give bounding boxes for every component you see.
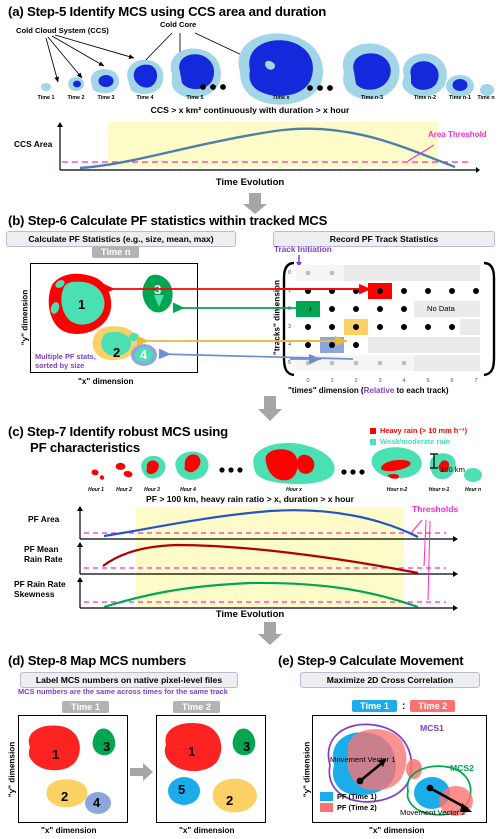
- panel-e-vector2-label: Movement Vector 2: [400, 808, 466, 817]
- pf-time1-swatch-icon: [320, 792, 333, 801]
- panel-a-time-label-2: Time 2: [67, 95, 85, 101]
- panel-d-time1-x-dim: "x" dimension: [41, 826, 97, 835]
- panel-c-legend-label-0: Heavy rain (> 10 mm h⁻¹): [380, 426, 468, 435]
- panel-a-time-label-4: Time 4: [136, 95, 154, 101]
- panel-e-header: Maximize 2D Cross Correlation: [300, 672, 480, 688]
- panel-b-time-tag: Time n: [92, 246, 140, 258]
- panel-d-time2-blob-num-3: 3: [243, 739, 251, 754]
- panel-a-xlabel: Time Evolution: [0, 177, 500, 188]
- panel-d-transition-arrow-icon: [130, 763, 153, 781]
- panel-a-time-label-n2: Time n-2: [413, 95, 437, 101]
- panel-e-mcs1-label: MCS1: [420, 723, 444, 733]
- panel-c-chart-2-ylabel: PF Rain Rate Skewness: [14, 579, 66, 599]
- panel-c-hour-label-x: Hour x: [286, 487, 302, 493]
- panel-c-hour-label-1: Hour 1: [88, 487, 104, 493]
- panel-d-time2-blob-num-2: 2: [226, 793, 234, 808]
- panel-a-time-label-n: Time n: [477, 95, 495, 101]
- panel-b-left-header: Calculate PF Statistics (e.g., size, mea…: [6, 231, 236, 247]
- panel-d-time1-tag: Time 1: [62, 701, 109, 713]
- panel-a-time-label-5: Time 5: [186, 95, 204, 101]
- panel-d-time2-blob-num-5: 5: [178, 782, 186, 797]
- flow-arrow-a-to-b: [243, 193, 267, 214]
- panel-a-time-label-n3: Time n-3: [360, 95, 384, 101]
- panel-d-time1-blobs: [28, 725, 116, 814]
- panel-e-vector1-label: Movement Vector 1: [330, 755, 396, 764]
- panel-c-hour-label-3: Hour 3: [144, 487, 160, 493]
- panel-b-note-line1: Multiple PF stats,: [35, 352, 96, 361]
- panel-c-chart-1-ylabel: PF Mean Rain Rate: [24, 544, 63, 564]
- panel-c-hour-label-2: Hour 2: [116, 487, 132, 493]
- panel-c-criterion-text: PF > 100 km, heavy rain ratio > x, durat…: [146, 494, 354, 504]
- panel-b-note-line2: sorted by size: [35, 361, 84, 370]
- panel-e-time-tags: Time 1 : Time 2: [352, 700, 456, 712]
- panel-b-no-data-label: No Data: [427, 304, 455, 313]
- panel-b-note-bysize: by size: [57, 361, 85, 370]
- panel-d-y-dim: "y" dimension: [7, 741, 17, 798]
- panel-e-time1-tag: Time 1: [352, 700, 397, 712]
- panel-b-track-initiation-label: Track Initiation: [274, 245, 332, 254]
- panel-d-time1-blob-num-1: 1: [52, 747, 60, 762]
- panel-d-title: (d) Step-8 Map MCS numbers: [8, 653, 186, 668]
- pf-time2-swatch-icon: [320, 803, 333, 812]
- panel-c-chart-0-ylabel: PF Area: [28, 514, 60, 524]
- panel-e-legend-label-1: PF (Time 2): [337, 803, 377, 812]
- panel-e-legend: PF (Time 1) PF (Time 2): [320, 792, 377, 812]
- panel-e-time2-tag: Time 2: [410, 700, 456, 712]
- panel-d-time2-blob-num-1: 1: [188, 744, 196, 759]
- flow-arrow-c-to-d: [258, 622, 282, 645]
- heavy-rain-swatch-icon: [370, 427, 376, 434]
- panel-c-scale-bar-label: 100 km: [440, 465, 465, 474]
- panel-b-note-sorted: sorted: [35, 361, 58, 370]
- panel-e-mcs2-label: MCS2: [450, 763, 474, 773]
- panel-a-threshold-label: Area Threshold: [428, 130, 487, 139]
- panel-c-title-line1: (c) Step-7 Identify robust MCS using: [8, 424, 228, 439]
- panel-e-title: (e) Step-9 Calculate Movement: [278, 653, 464, 668]
- panel-d-note: MCS numbers are the same across times fo…: [18, 687, 228, 696]
- panel-e-x-dim: "x" dimension: [369, 826, 425, 835]
- flow-arrow-b-to-c: [258, 396, 282, 421]
- panel-d-time2-tag: Time 2: [173, 701, 220, 713]
- panel-a-criterion-text: CCS > x km² continuously with duration >…: [150, 105, 350, 115]
- panel-c-criterion: PF > 100 km, heavy rain ratio > x, durat…: [60, 494, 440, 504]
- panel-a-time-label-3: Time 3: [97, 95, 115, 101]
- panel-d-header: Label MCS numbers on native pixel-level …: [20, 672, 238, 688]
- panel-d-time1-blob-num-2: 2: [61, 789, 69, 804]
- panel-c-thresholds-label: Thresholds: [412, 504, 459, 514]
- panel-d-time1-blob-num-4: 4: [93, 795, 101, 810]
- panel-c-xlabel-text: Time Evolution: [215, 609, 285, 620]
- panel-c-hour-label-4: Hour 4: [180, 487, 196, 493]
- panel-a-cloud-sequence: [41, 32, 494, 105]
- panel-a-title: (a) Step-5 Identify MCS using CCS area a…: [8, 4, 327, 19]
- panel-c-pf-sequence: [91, 442, 482, 485]
- panel-c-hour-label-n1: Hour n-1: [428, 487, 450, 493]
- panel-e-y-dim: "y" dimension: [302, 741, 312, 798]
- panel-e-separator: :: [401, 700, 406, 712]
- panel-a-time-label-1: Time 1: [37, 95, 55, 101]
- panel-a-xlabel-text: Time Evolution: [215, 177, 285, 188]
- panel-b-col-label-7: 7: [474, 378, 478, 384]
- panel-c-hour-label-n: Hour n: [464, 487, 482, 493]
- panel-a-time-label-x: Time x: [272, 95, 290, 101]
- panel-b-col-label-5: 5: [426, 378, 430, 384]
- panel-d-time2-x-dim: "x" dimension: [179, 826, 235, 835]
- panel-c-hour-label-n2: Hour n-2: [386, 487, 408, 493]
- panel-b-connector-arrows: [103, 283, 371, 365]
- panel-b-col-label-6: 6: [450, 378, 454, 384]
- panel-a-criterion: CCS > x km² continuously with duration >…: [0, 105, 500, 115]
- panel-c-charts: [77, 506, 458, 611]
- panel-e-legend-label-0: PF (Time 1): [337, 792, 377, 801]
- panel-d-time2-blobs: [164, 723, 257, 813]
- panel-b-pf-number-1: 1: [78, 297, 86, 312]
- panel-a-time-label-n1: Time n-1: [448, 95, 472, 101]
- panel-c-xlabel: Time Evolution: [60, 609, 440, 620]
- panel-d-time1-blob-num-3: 3: [103, 739, 111, 754]
- panel-b-title: (b) Step-6 Calculate PF statistics withi…: [8, 213, 328, 228]
- panel-a-ylabel: CCS Area: [14, 139, 53, 149]
- panel-b-y-dimension-label: "y" dimension: [20, 289, 30, 346]
